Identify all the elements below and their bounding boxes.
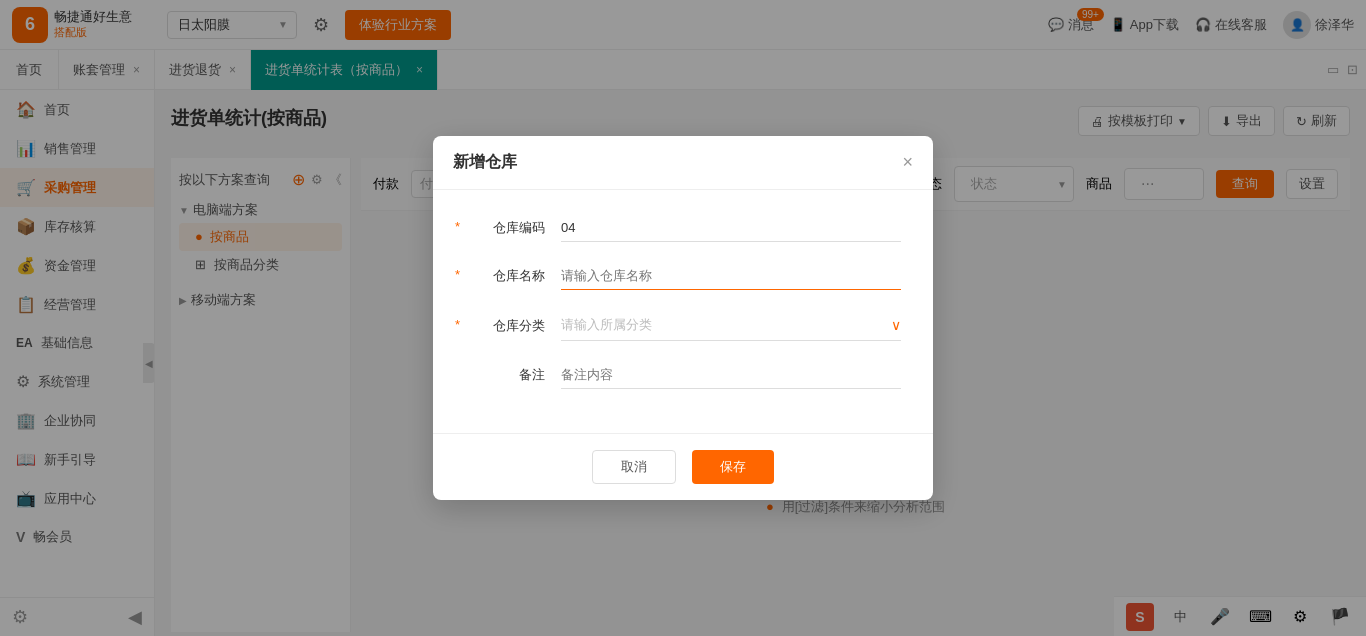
modal-body: 仓库编码 仓库名称 仓库分类 请输入所属分类 ∨ 备注 xyxy=(433,190,933,433)
modal-overlay[interactable]: 新增仓库 × 仓库编码 仓库名称 仓库分类 请输入所属分类 ∨ xyxy=(0,0,1366,636)
code-input[interactable] xyxy=(561,214,901,242)
cancel-button[interactable]: 取消 xyxy=(592,450,676,484)
category-label: 仓库分类 xyxy=(465,317,545,335)
warehouse-modal: 新增仓库 × 仓库编码 仓库名称 仓库分类 请输入所属分类 ∨ xyxy=(433,136,933,500)
modal-footer: 取消 保存 xyxy=(433,433,933,500)
form-row-category: 仓库分类 请输入所属分类 ∨ xyxy=(465,310,901,341)
note-label: 备注 xyxy=(465,366,545,384)
code-label: 仓库编码 xyxy=(465,219,545,237)
chevron-down-icon: ∨ xyxy=(891,317,901,333)
form-row-note: 备注 xyxy=(465,361,901,389)
category-select[interactable]: 请输入所属分类 ∨ xyxy=(561,310,901,341)
save-button[interactable]: 保存 xyxy=(692,450,774,484)
name-label: 仓库名称 xyxy=(465,267,545,285)
name-input[interactable] xyxy=(561,262,901,290)
modal-close-icon[interactable]: × xyxy=(902,152,913,173)
form-row-code: 仓库编码 xyxy=(465,214,901,242)
note-input[interactable] xyxy=(561,361,901,389)
category-select-display: 请输入所属分类 ∨ xyxy=(561,310,901,340)
category-placeholder: 请输入所属分类 xyxy=(561,316,652,334)
modal-title: 新增仓库 xyxy=(453,152,517,173)
form-row-name: 仓库名称 xyxy=(465,262,901,290)
modal-header: 新增仓库 × xyxy=(433,136,933,190)
